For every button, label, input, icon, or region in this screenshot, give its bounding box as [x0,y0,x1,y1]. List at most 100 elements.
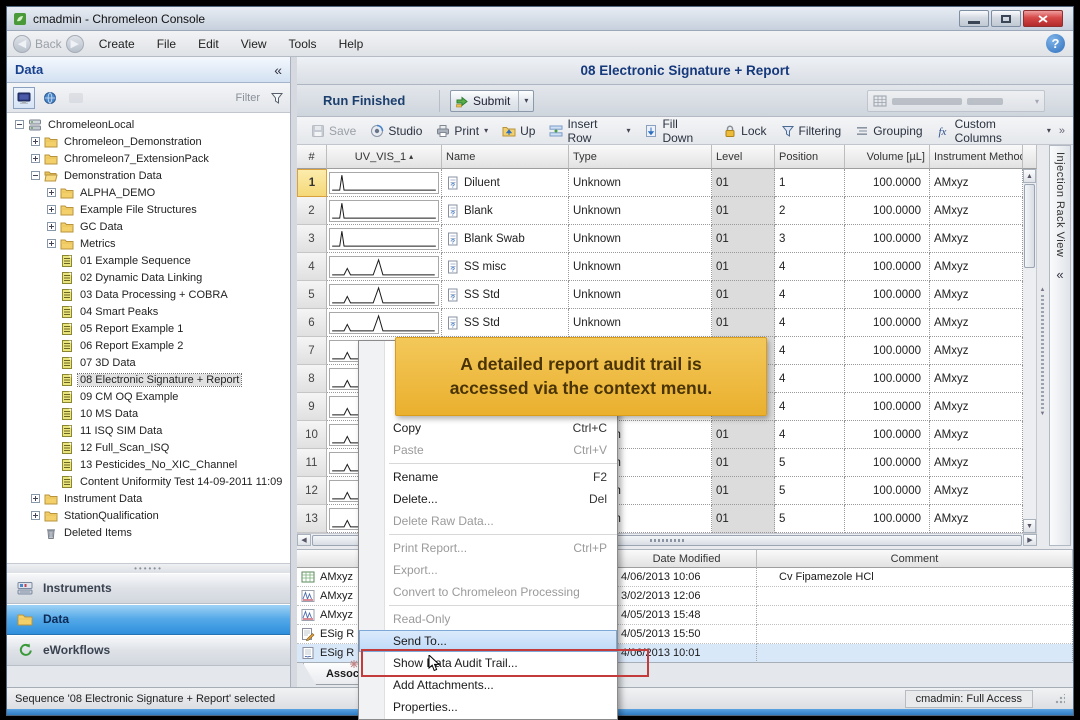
volume-cell[interactable]: 100.0000 [845,253,930,281]
assoc-comment-cell[interactable] [757,587,1073,606]
column-header-name[interactable]: Name [442,145,569,169]
tree-item[interactable]: Instrument Data [7,490,290,507]
scroll-down-icon[interactable]: ▼ [1023,519,1036,533]
tree-item[interactable]: 02 Dynamic Data Linking [7,269,290,286]
position-cell[interactable]: 4 [775,365,845,393]
toolbar-insert-row[interactable]: Insert Row ▾ [543,114,636,148]
type-cell[interactable]: Unknown [569,169,712,197]
type-cell[interactable]: Unknown [569,225,712,253]
name-cell[interactable]: ? SS Std [442,281,569,309]
position-cell[interactable]: 1 [775,169,845,197]
chromatogram-cell[interactable] [327,309,442,337]
row-number[interactable]: 3 [297,225,327,253]
maximize-button[interactable] [991,10,1021,27]
instrument-method-cell[interactable]: AMxyz [930,281,1023,309]
nav-button-data[interactable]: Data [7,603,290,635]
table-row[interactable]: 3? Blank Swab Unknown 01 3 100.0000 AMxyz [297,225,1023,253]
instrument-method-cell[interactable]: AMxyz [930,421,1023,449]
tree-item[interactable]: 06 Report Example 2 [7,337,290,354]
tree-item[interactable]: 07 3D Data [7,354,290,371]
instrument-method-cell[interactable]: AMxyz [930,253,1023,281]
chromatogram-cell[interactable] [327,281,442,309]
menu-view[interactable]: View [230,34,278,54]
volume-cell[interactable]: 100.0000 [845,169,930,197]
assoc-comment-header[interactable]: Comment [757,550,1073,568]
chromatogram-cell[interactable] [327,169,442,197]
row-number[interactable]: 6 [297,309,327,337]
tree-item[interactable]: Deleted Items [7,524,290,541]
tree-item[interactable]: Chromeleon_Demonstration [7,133,290,150]
tree-item[interactable]: ALPHA_DEMO [7,184,290,201]
tree-item[interactable]: 12 Full_Scan_ISQ [7,439,290,456]
volume-cell[interactable]: 100.0000 [845,365,930,393]
assoc-date-cell[interactable]: 4/05/2013 15:48 [617,606,757,625]
level-cell[interactable]: 01 [712,253,775,281]
menu-help[interactable]: Help [328,34,375,54]
toolbar-studio[interactable]: Studio [364,121,428,141]
row-number[interactable]: 8 [297,365,327,393]
volume-cell[interactable]: 100.0000 [845,393,930,421]
position-cell[interactable]: 4 [775,281,845,309]
level-cell[interactable]: 01 [712,449,775,477]
row-number[interactable]: 4 [297,253,327,281]
toolbar-custom-columns[interactable]: fx Custom Columns ▾ [931,114,1057,148]
row-number[interactable]: 10 [297,421,327,449]
column-header-type[interactable]: Type [569,145,712,169]
name-cell[interactable]: ? Blank Swab [442,225,569,253]
name-cell[interactable]: ? SS misc [442,253,569,281]
table-row[interactable]: 5? SS Std Unknown 01 4 100.0000 AMxyz [297,281,1023,309]
menu-tools[interactable]: Tools [278,34,328,54]
column-header-uv-vis-1[interactable]: UV_VIS_1 ▴ [327,145,442,169]
submit-button[interactable]: Submit ▾ [450,89,535,112]
menu-item-add-attachments-[interactable]: Add Attachments... [359,674,617,696]
minimize-button[interactable] [959,10,989,27]
position-cell[interactable]: 2 [775,197,845,225]
assoc-date-cell[interactable]: 3/02/2013 12:06 [617,587,757,606]
position-cell[interactable]: 4 [775,421,845,449]
level-cell[interactable]: 01 [712,197,775,225]
tree-item[interactable]: GC Data [7,218,290,235]
name-cell[interactable]: ? Blank [442,197,569,225]
table-row[interactable]: 6? SS Std Unknown 01 4 100.0000 AMxyz [297,309,1023,337]
volume-cell[interactable]: 100.0000 [845,197,930,225]
volume-cell[interactable]: 100.0000 [845,225,930,253]
toolbar-up[interactable]: Up [496,121,541,141]
volume-cell[interactable]: 100.0000 [845,421,930,449]
menu-item-copy[interactable]: Copy Ctrl+C [359,417,617,439]
collapse-panel-button[interactable]: « [274,62,282,78]
strip-scrollbar[interactable]: ▲ ▼ [1038,287,1047,417]
tree-item[interactable]: Example File Structures [7,201,290,218]
assoc-comment-cell[interactable] [757,644,1073,663]
instrument-method-cell[interactable]: AMxyz [930,505,1023,533]
type-cell[interactable]: Unknown [569,253,712,281]
chevron-down-icon[interactable]: ▾ [484,126,488,135]
vertical-scrollbar[interactable]: ▲ ▼ [1023,169,1037,533]
row-number[interactable]: 2 [297,197,327,225]
tree-item[interactable]: 08 Electronic Signature + Report [7,371,290,388]
volume-cell[interactable]: 100.0000 [845,309,930,337]
instrument-method-cell[interactable]: AMxyz [930,169,1023,197]
menu-edit[interactable]: Edit [187,34,230,54]
chevron-down-icon[interactable]: ▾ [626,126,630,135]
level-cell[interactable]: 01 [712,477,775,505]
row-number[interactable]: 11 [297,449,327,477]
level-cell[interactable]: 01 [712,225,775,253]
toolbar-lock[interactable]: Lock [717,121,772,141]
type-cell[interactable]: Unknown [569,281,712,309]
scroll-thumb[interactable] [1024,184,1035,268]
tree-expander[interactable] [31,137,40,146]
tree-item[interactable]: 01 Example Sequence [7,252,290,269]
instrument-method-cell[interactable]: AMxyz [930,225,1023,253]
level-cell[interactable]: 01 [712,169,775,197]
assoc-comment-cell[interactable]: Cv Fipamezole HCl [757,568,1073,587]
instrument-method-cell[interactable]: AMxyz [930,477,1023,505]
instrument-method-cell[interactable]: AMxyz [930,449,1023,477]
table-row[interactable]: 1? Diluent Unknown 01 1 100.0000 AMxyz [297,169,1023,197]
instrument-method-cell[interactable]: AMxyz [930,309,1023,337]
menu-item-properties-[interactable]: Properties... [359,696,617,718]
name-cell[interactable]: ? SS Std [442,309,569,337]
nav-splitter-handle[interactable]: •••••• [7,562,290,573]
tree-expander[interactable] [31,511,40,520]
volume-cell[interactable]: 100.0000 [845,505,930,533]
scroll-left-icon[interactable]: ◀ [297,534,311,546]
